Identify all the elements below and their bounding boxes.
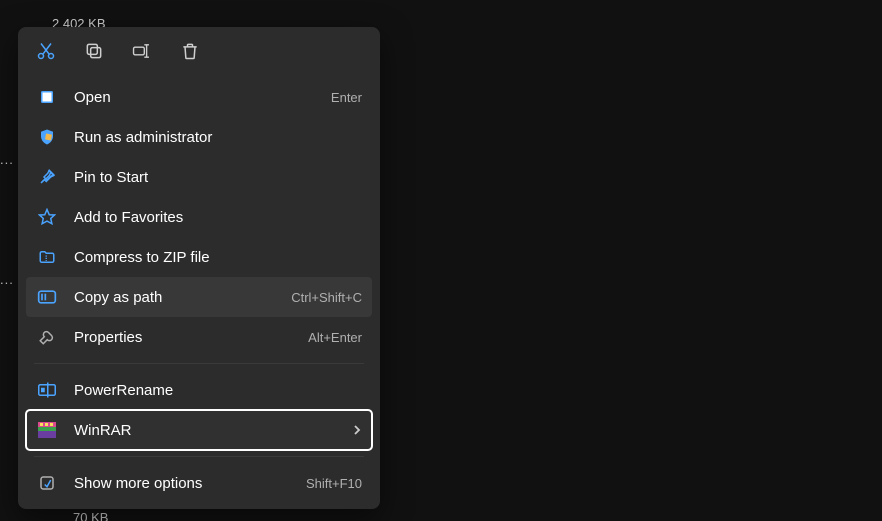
copy-icon[interactable]: [84, 41, 104, 61]
menu-item-winrar[interactable]: WinRAR: [26, 410, 372, 450]
menu-item-label: Run as administrator: [74, 129, 362, 146]
powerrename-icon: [36, 379, 58, 401]
menu-item-label: Add to Favorites: [74, 209, 362, 226]
cut-icon[interactable]: [36, 41, 56, 61]
icon-toolbar: [18, 27, 380, 73]
menu-item-zip[interactable]: Compress to ZIP file: [26, 237, 372, 277]
background-file-size-2: 70 KB: [73, 510, 108, 521]
rename-icon[interactable]: [132, 41, 152, 61]
shield-icon: [36, 126, 58, 148]
menu-item-label: Show more options: [74, 475, 306, 492]
menu-item-properties[interactable]: Properties Alt+Enter: [26, 317, 372, 357]
pin-icon: [36, 166, 58, 188]
menu-item-pin-start[interactable]: Pin to Start: [26, 157, 372, 197]
menu-item-label: Open: [74, 89, 331, 106]
menu-item-label: Copy as path: [74, 289, 291, 306]
chevron-right-icon: [352, 424, 362, 436]
zip-icon: [36, 246, 58, 268]
menu-item-label: Properties: [74, 329, 308, 346]
menu-item-shortcut: Ctrl+Shift+C: [291, 290, 362, 305]
menu-item-more-options[interactable]: Show more options Shift+F10: [26, 463, 372, 503]
menu-item-label: Compress to ZIP file: [74, 249, 362, 266]
trash-icon[interactable]: [180, 41, 200, 61]
menu-item-powerrename[interactable]: PowerRename: [26, 370, 372, 410]
menu-item-favorites[interactable]: Add to Favorites: [26, 197, 372, 237]
menu-list: Open Enter Run as administrator Pin to S…: [18, 73, 380, 503]
more-options-icon: [36, 472, 58, 494]
context-menu: Open Enter Run as administrator Pin to S…: [18, 27, 380, 509]
menu-separator: [34, 456, 364, 457]
copy-path-icon: [36, 286, 58, 308]
menu-item-shortcut: Shift+F10: [306, 476, 362, 491]
menu-item-label: Pin to Start: [74, 169, 362, 186]
menu-separator: [34, 363, 364, 364]
menu-item-copy-path[interactable]: Copy as path Ctrl+Shift+C: [26, 277, 372, 317]
menu-item-shortcut: Alt+Enter: [308, 330, 362, 345]
wrench-icon: [36, 326, 58, 348]
menu-item-shortcut: Enter: [331, 90, 362, 105]
menu-item-label: WinRAR: [74, 422, 352, 439]
menu-item-label: PowerRename: [74, 382, 362, 399]
star-icon: [36, 206, 58, 228]
open-icon: [36, 86, 58, 108]
menu-item-run-admin[interactable]: Run as administrator: [26, 117, 372, 157]
winrar-icon: [36, 419, 58, 441]
menu-item-open[interactable]: Open Enter: [26, 77, 372, 117]
